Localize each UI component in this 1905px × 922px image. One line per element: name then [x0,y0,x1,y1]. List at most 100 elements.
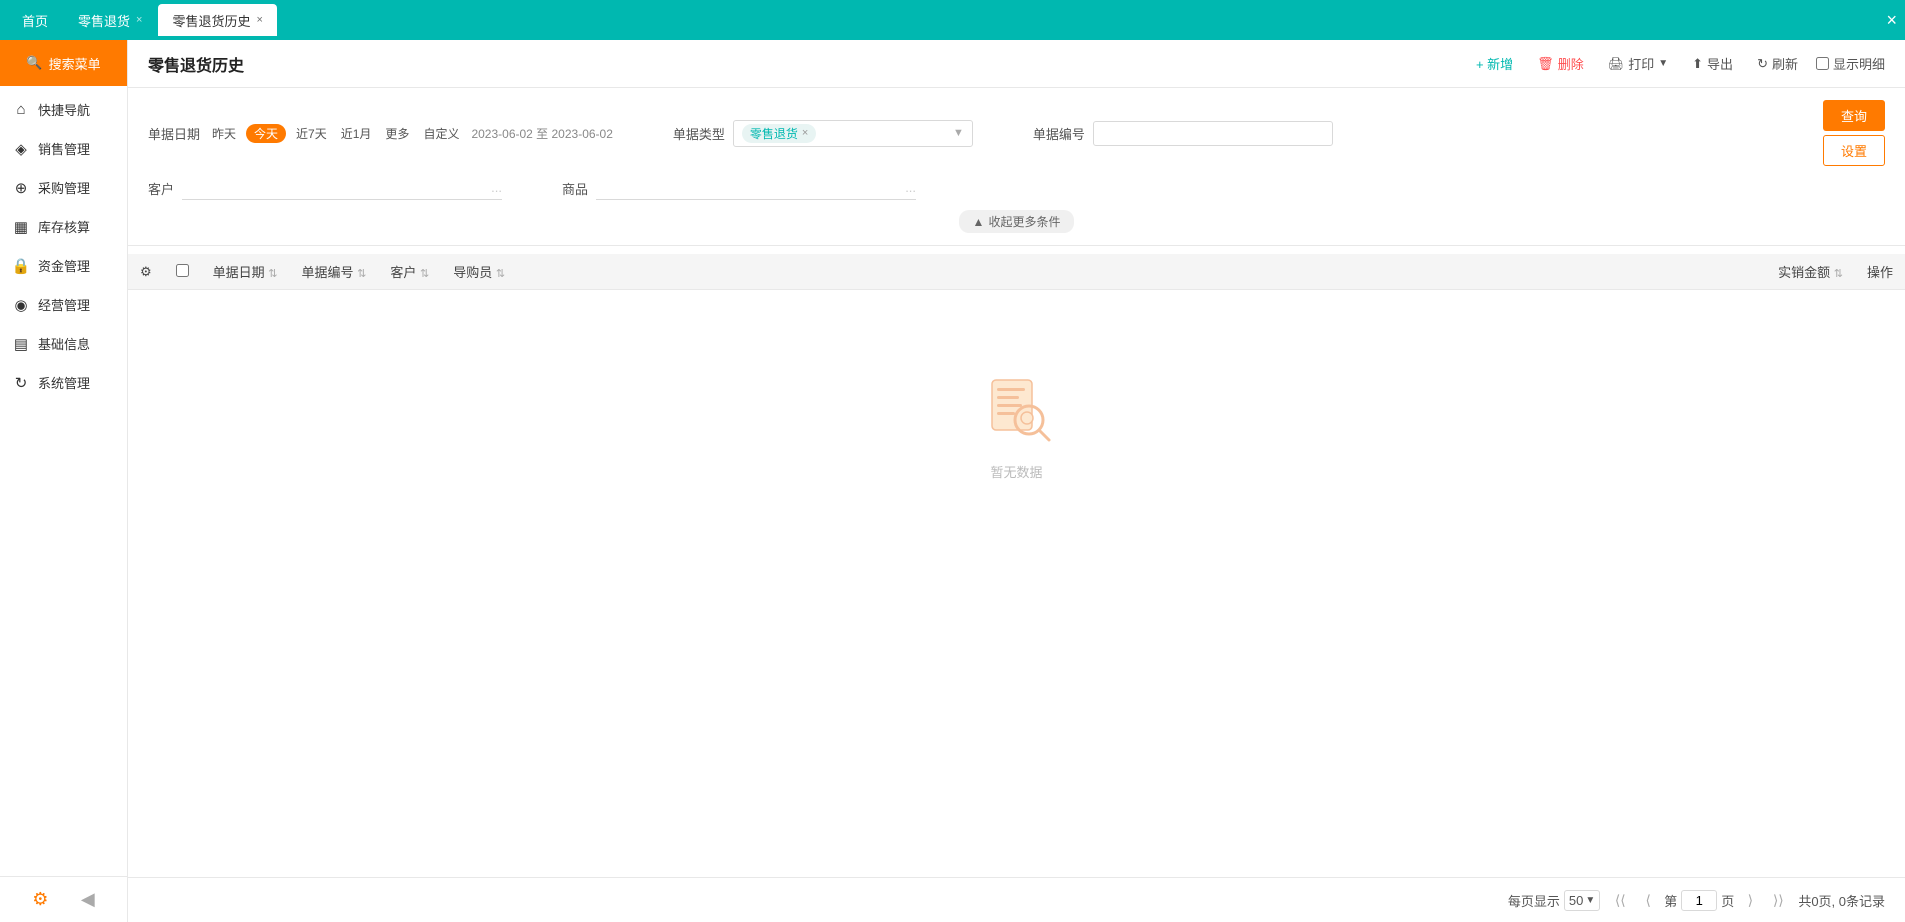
page-next-button[interactable]: ⟩ [1738,888,1762,912]
col-customer-header: 客户 ⇅ [378,254,441,290]
customer-input[interactable]: ... [182,176,502,200]
sidebar: 🔍 搜索菜单 ⌂ 快捷导航 ◈ 销售管理 ⊕ 采购管理 ▦ 库存核算 🔒 资金 [0,40,128,922]
sys-mgmt-icon: ↻ [12,374,30,392]
sidebar-item-basic-info[interactable]: ▤ 基础信息 [0,324,127,363]
col-spacer-header [517,254,1766,290]
sidebar-item-quick-nav[interactable]: ⌂ 快捷导航 [0,90,127,129]
sidebar-item-finance[interactable]: 🔒 资金管理 [0,246,127,285]
show-detail-checkbox-label[interactable]: 显示明细 [1816,54,1885,73]
date-btn-more[interactable]: 更多 [381,124,413,143]
sidebar-item-inventory-label: 库存核算 [38,217,90,236]
customer-filter: 客户 ... [148,176,502,200]
sidebar-search[interactable]: 🔍 搜索菜单 [0,40,127,86]
settings-col-icon[interactable]: ⚙ [140,264,152,279]
tab-home[interactable]: 首页 [8,4,62,36]
collapse-icon: ▲ [973,215,985,229]
delete-button[interactable]: 🗑 删除 [1531,50,1590,77]
col-date-sort-icon[interactable]: ⇅ [268,268,277,280]
collapse-sidebar-icon[interactable]: ◀ [81,889,95,910]
settings-gear-icon[interactable]: ⚙ [32,889,48,910]
sidebar-nav: ⌂ 快捷导航 ◈ 销售管理 ⊕ 采购管理 ▦ 库存核算 🔒 资金管理 ◉ 经营管… [0,86,127,876]
page-input[interactable] [1681,890,1717,911]
customer-filter-label: 客户 [148,179,174,198]
page-first-button[interactable]: ⟨⟨ [1608,888,1632,912]
sidebar-item-purchase-mgmt-label: 采购管理 [38,178,90,197]
empty-icon [977,370,1057,450]
col-guide-sort-icon[interactable]: ⇅ [496,268,505,280]
select-all-checkbox[interactable] [176,264,189,277]
tab-retail-return-history-close[interactable]: × [256,14,262,26]
print-button[interactable]: 🖨 打印 ▼ [1602,50,1674,77]
type-select[interactable]: 零售退货 × ▼ [733,120,973,147]
operations-icon: ◉ [12,296,30,314]
page-header: 零售退货历史 + 新增 🗑 删除 🖨 打印 ▼ ⬆ 导出 [128,40,1905,88]
filter-row-2: 客户 ... 商品 ... [148,176,1885,200]
page-size-box[interactable]: 50 ▼ [1564,890,1600,911]
tab-retail-return[interactable]: 零售退货 × [64,4,156,36]
sidebar-search-label: 搜索菜单 [49,54,101,73]
window-close-button[interactable]: × [1886,10,1897,31]
empty-text: 暂无数据 [990,462,1042,481]
col-customer-sort-icon[interactable]: ⇅ [420,268,429,280]
table-head: ⚙ 单据日期 ⇅ 单据编号 ⇅ [128,254,1905,290]
filter-area: 单据日期 昨天 今天 近7天 近1月 更多 自定义 2023-06-02 至 2… [128,88,1905,246]
tab-home-label: 首页 [22,11,48,30]
col-voucher-header: 单据编号 ⇅ [290,254,379,290]
col-voucher-label: 单据编号 [302,265,354,280]
collapse-row: ▲ 收起更多条件 [148,210,1885,233]
date-btn-7days[interactable]: 近7天 [292,124,331,143]
sidebar-item-inventory[interactable]: ▦ 库存核算 [0,207,127,246]
query-button[interactable]: 查询 [1823,100,1885,131]
tab-retail-return-close[interactable]: × [136,14,142,26]
col-amount-sort-icon[interactable]: ⇅ [1834,268,1843,280]
date-btn-custom[interactable]: 自定义 [419,124,463,143]
empty-state: 暂无数据 [128,290,1905,561]
query-settings-area: 查询 设置 [1823,100,1885,166]
date-btn-1month[interactable]: 近1月 [337,124,376,143]
col-actions-label: 操作 [1867,265,1893,280]
query-button-label: 查询 [1841,109,1867,124]
page-title: 零售退货历史 [148,52,244,76]
content-area: 零售退货历史 + 新增 🗑 删除 🖨 打印 ▼ ⬆ 导出 [128,40,1905,922]
settings-button-label: 设置 [1841,144,1867,159]
page-prev-button[interactable]: ⟨ [1636,888,1660,912]
print-button-label: 打印 [1628,54,1654,73]
date-filter: 单据日期 昨天 今天 近7天 近1月 更多 自定义 2023-06-02 至 2… [148,124,613,143]
tab-retail-return-history[interactable]: 零售退货历史 × [158,4,276,36]
page-unit: 页 [1721,891,1734,910]
main-layout: 🔍 搜索菜单 ⌂ 快捷导航 ◈ 销售管理 ⊕ 采购管理 ▦ 库存核算 🔒 资金 [0,40,1905,922]
col-voucher-sort-icon[interactable]: ⇅ [357,268,366,280]
refresh-button[interactable]: ↻ 刷新 [1751,50,1804,77]
sidebar-item-sales-mgmt[interactable]: ◈ 销售管理 [0,129,127,168]
collapse-label: 收起更多条件 [988,213,1060,230]
date-btn-today[interactable]: 今天 [246,124,286,143]
type-tag: 零售退货 × [742,124,816,143]
refresh-button-label: 刷新 [1772,54,1798,73]
voucher-filter-label: 单据编号 [1033,124,1085,143]
type-filter: 单据类型 零售退货 × ▼ [673,120,973,147]
sidebar-item-sys-mgmt[interactable]: ↻ 系统管理 [0,363,127,402]
sidebar-item-operations[interactable]: ◉ 经营管理 [0,285,127,324]
collapse-button[interactable]: ▲ 收起更多条件 [959,210,1075,233]
basic-info-icon: ▤ [12,335,30,353]
export-button[interactable]: ⬆ 导出 [1686,50,1739,77]
refresh-icon: ↻ [1757,56,1768,72]
page-last-button[interactable]: ⟩⟩ [1766,888,1790,912]
col-actions-header: 操作 [1855,254,1905,290]
goods-input[interactable]: ... [596,176,916,200]
type-tag-remove[interactable]: × [802,127,808,139]
date-btn-yesterday[interactable]: 昨天 [208,124,240,143]
voucher-input[interactable] [1093,121,1333,146]
page-size-select: 每页显示 50 ▼ [1508,890,1600,911]
goods-placeholder: ... [905,180,916,195]
sidebar-item-purchase-mgmt[interactable]: ⊕ 采购管理 [0,168,127,207]
sidebar-item-quick-nav-label: 快捷导航 [38,100,90,119]
new-button[interactable]: + 新增 [1470,50,1519,77]
date-range-value: 2023-06-02 至 2023-06-02 [471,125,612,142]
delete-button-label: 删除 [1558,54,1584,73]
top-bar: 首页 零售退货 × 零售退货历史 × × [0,0,1905,40]
show-detail-checkbox[interactable] [1816,57,1829,70]
sidebar-item-basic-info-label: 基础信息 [38,334,90,353]
sidebar-bottom: ⚙ ◀ [0,876,127,922]
settings-button[interactable]: 设置 [1823,135,1885,166]
